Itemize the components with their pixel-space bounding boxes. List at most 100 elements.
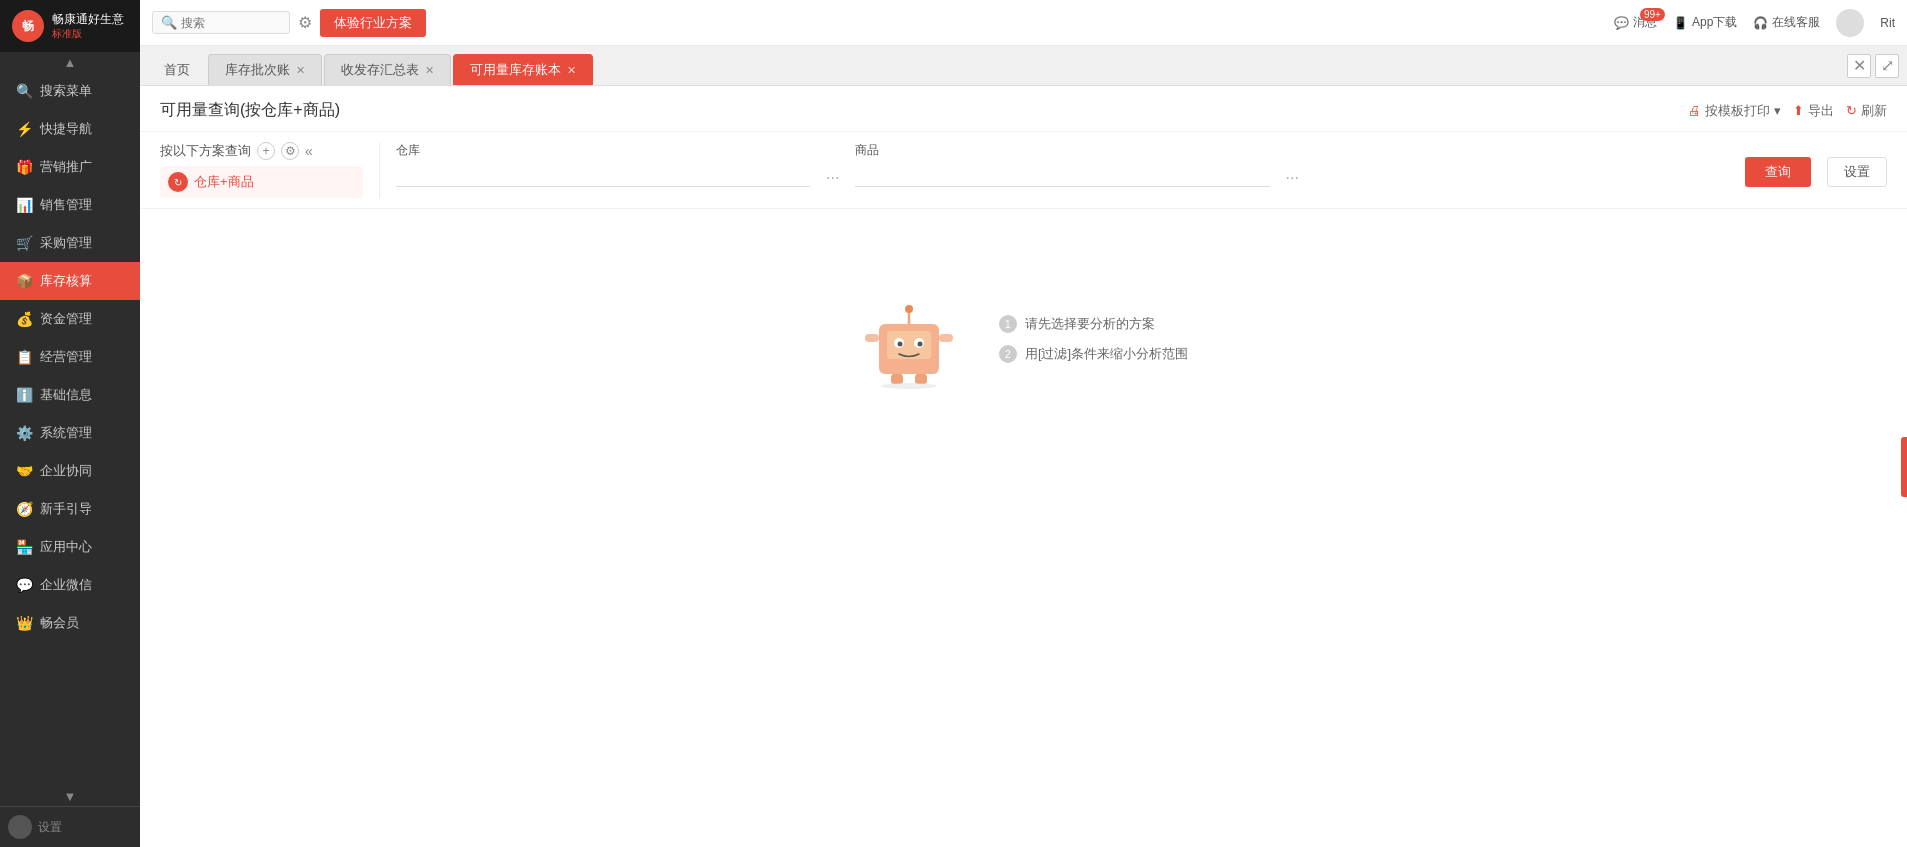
tip-num-2: 2	[999, 345, 1017, 363]
sidebar-item-enterprise[interactable]: 🤝企业协同	[0, 452, 140, 490]
sidebar-item-label-purchase: 采购管理	[40, 234, 92, 252]
tip-item-2: 2 用[过滤]条件来缩小分析范围	[999, 345, 1188, 363]
tab-label-available-stock: 可用量库存账本	[470, 61, 561, 79]
tab-close-stock-summary[interactable]: ✕	[425, 64, 434, 77]
nav-icon-basic: ℹ️	[16, 387, 32, 403]
tab-close-button[interactable]: ✕	[1847, 54, 1871, 78]
sidebar-item-label-operations: 经营管理	[40, 348, 92, 366]
sidebar-item-label-member: 畅会员	[40, 614, 79, 632]
sidebar-item-finance[interactable]: 💰 资金管理	[0, 300, 140, 338]
sidebar-item-purchase[interactable]: 🛒 采购管理	[0, 224, 140, 262]
sidebar-username: 设置	[38, 819, 62, 836]
sidebar-nav: 🔍搜索菜单 ⚡ 快捷导航 🎁营销推广📊销售管理 🛒 采购管理 📦 库存核算 💰 资金管理 📋经营管理…	[0, 72, 140, 786]
nav-icon-sales: 📊	[16, 197, 32, 213]
sidebar-item-shortcut[interactable]: ⚡ 快捷导航	[0, 110, 140, 148]
message-item[interactable]: 💬 消息 99+	[1614, 14, 1657, 31]
sidebar-scroll-up[interactable]: ▲	[0, 52, 140, 72]
svg-rect-10	[891, 374, 903, 384]
content-area: 可用量查询(按仓库+商品) 🖨 按模板打印 ▾ ⬆ 导出 ↻ 刷新	[140, 86, 1907, 847]
user-avatar[interactable]	[1836, 9, 1864, 37]
scheme-item-warehouse-product[interactable]: ↻ 仓库+商品	[160, 166, 363, 198]
tab-label-home: 首页	[164, 61, 190, 79]
main-area: 🔍 ⚙ 体验行业方案 💬 消息 99+ 📱 App下载 🎧 在线客服 Rit	[140, 0, 1907, 847]
sidebar-item-appstore[interactable]: 🏪应用中心	[0, 528, 140, 566]
sidebar-item-label-finance: 资金管理	[40, 310, 92, 328]
svg-point-5	[917, 342, 922, 347]
query-button[interactable]: 查询	[1745, 157, 1811, 187]
sidebar-item-search[interactable]: 🔍搜索菜单	[0, 72, 140, 110]
nav-icon-finance: 💰	[16, 311, 32, 327]
sidebar-item-inventory[interactable]: 📦 库存核算	[0, 262, 140, 300]
trial-button[interactable]: 体验行业方案	[320, 9, 426, 37]
online-service-item[interactable]: 🎧 在线客服	[1753, 14, 1820, 31]
tab-batch-account[interactable]: 库存批次账✕	[208, 54, 322, 85]
sidebar-title: 畅康通好生意	[52, 11, 124, 28]
topbar: 🔍 ⚙ 体验行业方案 💬 消息 99+ 📱 App下载 🎧 在线客服 Rit	[140, 0, 1907, 46]
app-download-item[interactable]: 📱 App下载	[1673, 14, 1737, 31]
empty-tips: 1 请先选择要分析的方案 2 用[过滤]条件来缩小分析范围	[999, 315, 1188, 363]
settings-scheme-icon[interactable]: ⚙	[281, 142, 299, 160]
sidebar-item-newbie[interactable]: 🧭新手引导	[0, 490, 140, 528]
page-actions: 🖨 按模板打印 ▾ ⬆ 导出 ↻ 刷新	[1688, 102, 1887, 120]
svg-rect-8	[865, 334, 879, 342]
sidebar-item-label-shortcut: 快捷导航	[40, 120, 92, 138]
sidebar-logo: 畅	[12, 10, 44, 42]
print-icon: 🖨	[1688, 103, 1701, 118]
nav-icon-appstore: 🏪	[16, 539, 32, 555]
sidebar-item-wechat[interactable]: 💬企业微信	[0, 566, 140, 604]
settings-button[interactable]: 设置	[1827, 157, 1887, 187]
add-scheme-icon[interactable]: +	[257, 142, 275, 160]
nav-icon-member: 👑	[16, 615, 32, 631]
nav-icon-shortcut: ⚡	[16, 121, 32, 137]
tab-close-available-stock[interactable]: ✕	[567, 64, 576, 77]
sidebar-item-sales[interactable]: 📊销售管理	[0, 186, 140, 224]
tab-close-batch-account[interactable]: ✕	[296, 64, 305, 77]
message-badge: 99+	[1640, 8, 1665, 21]
filter-schemes: 按以下方案查询 + ⚙ « ↻ 仓库+商品	[160, 142, 380, 198]
page-title: 可用量查询(按仓库+商品)	[160, 100, 340, 121]
message-icon: 💬	[1614, 16, 1629, 30]
sidebar-edition: 标准版	[52, 27, 124, 41]
topbar-search[interactable]: 🔍	[152, 11, 290, 34]
sidebar-item-label-newbie: 新手引导	[40, 500, 92, 518]
tab-stock-summary[interactable]: 收发存汇总表 ✕	[324, 54, 451, 85]
sidebar-item-marketing[interactable]: 🎁营销推广	[0, 148, 140, 186]
sidebar-item-label-inventory: 库存核算	[40, 272, 92, 290]
product-dots[interactable]: ...	[1286, 165, 1299, 187]
tabbar-right: ✕ ⤢	[1847, 54, 1899, 78]
sidebar-item-member[interactable]: 👑 畅会员	[0, 604, 140, 642]
sidebar-item-system[interactable]: ⚙️系统管理	[0, 414, 140, 452]
filter-section-label: 按以下方案查询 + ⚙ «	[160, 142, 363, 160]
avatar	[8, 815, 32, 839]
sidebar-item-label-basic: 基础信息	[40, 386, 92, 404]
nav-icon-wechat: 💬	[16, 577, 32, 593]
tab-home[interactable]: 首页	[148, 55, 206, 85]
filter-area: 按以下方案查询 + ⚙ « ↻ 仓库+商品 仓库 ... 商品	[140, 132, 1907, 209]
product-input[interactable]	[855, 163, 1269, 187]
gear-icon[interactable]: ⚙	[298, 13, 312, 32]
export-action[interactable]: ⬆ 导出	[1793, 102, 1834, 120]
nav-icon-enterprise: 🤝	[16, 463, 32, 479]
sidebar-item-label-search: 搜索菜单	[40, 82, 92, 100]
warehouse-dots[interactable]: ...	[826, 165, 839, 187]
warehouse-input[interactable]	[396, 163, 810, 187]
sidebar-item-operations[interactable]: 📋经营管理	[0, 338, 140, 376]
refresh-action[interactable]: ↻ 刷新	[1846, 102, 1887, 120]
search-input[interactable]	[181, 16, 281, 30]
tab-available-stock[interactable]: 可用量库存账本 ✕	[453, 54, 593, 85]
tabbar: 首页库存批次账✕ 收发存汇总表 ✕ 可用量库存账本 ✕ ✕ ⤢	[140, 46, 1907, 86]
nav-icon-inventory: 📦	[16, 273, 32, 289]
print-action[interactable]: 🖨 按模板打印 ▾	[1688, 102, 1781, 120]
sidebar-item-basic[interactable]: ℹ️ 基础信息	[0, 376, 140, 414]
nav-icon-marketing: 🎁	[16, 159, 32, 175]
svg-rect-9	[939, 334, 953, 342]
collapse-icon[interactable]: «	[305, 143, 313, 159]
tab-label-stock-summary: 收发存汇总表	[341, 61, 419, 79]
search-icon: 🔍	[161, 15, 177, 30]
empty-robot-illustration	[859, 289, 959, 389]
chevron-down-icon: ▾	[1774, 103, 1781, 118]
nav-icon-purchase: 🛒	[16, 235, 32, 251]
topbar-right: 💬 消息 99+ 📱 App下载 🎧 在线客服 Rit	[1614, 9, 1895, 37]
tab-maximize-button[interactable]: ⤢	[1875, 54, 1899, 78]
sidebar-scroll-down[interactable]: ▼	[0, 786, 140, 806]
